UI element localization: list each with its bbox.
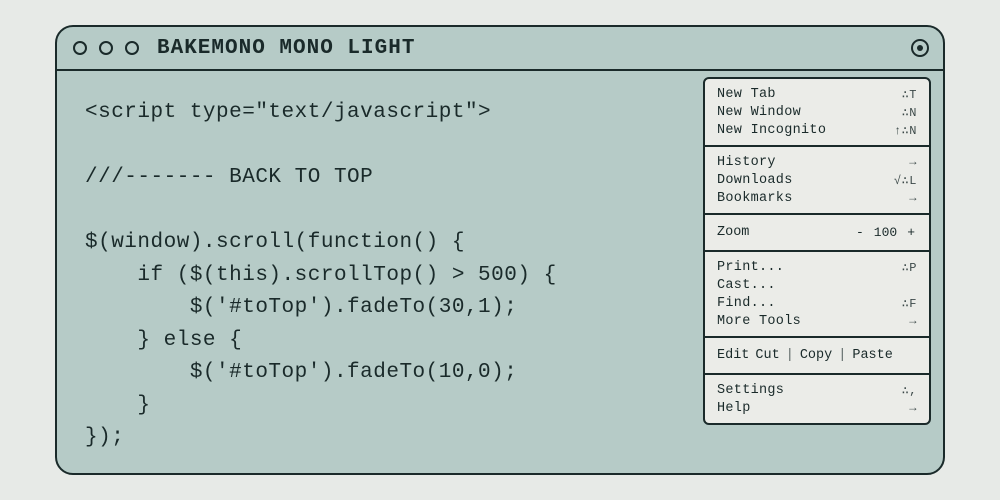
edit-cut[interactable]: Cut [755, 348, 779, 363]
menu-more-tools[interactable]: More Tools → [705, 312, 929, 330]
menu-label: Print... [717, 260, 784, 275]
menu-label: New Window [717, 105, 801, 120]
menu-section-new: New Tab ∴T New Window ∴N New Incognito ↑… [705, 79, 929, 147]
edit-copy[interactable]: Copy [800, 348, 832, 363]
menu-history[interactable]: History → [705, 153, 929, 171]
menu-new-tab[interactable]: New Tab ∴T [705, 85, 929, 103]
menu-shortcut: ∴P [902, 260, 917, 275]
menu-shortcut: ∴, [902, 383, 917, 398]
zoom-control: Zoom - 100 + [705, 221, 929, 244]
menu-shortcut: ∴F [902, 296, 917, 311]
menu-label: Downloads [717, 173, 793, 188]
code-line: <script type="text/javascript"> [85, 101, 491, 124]
separator: | [838, 348, 846, 363]
menu-label: Help [717, 401, 751, 416]
zoom-value: 100 [874, 225, 897, 240]
maximize-icon[interactable] [125, 41, 139, 55]
menu-downloads[interactable]: Downloads √∴L [705, 171, 929, 189]
zoom-label: Zoom [717, 225, 749, 240]
menu-new-window[interactable]: New Window ∴N [705, 103, 929, 121]
titlebar: BAKEMONO MONO LIGHT [57, 27, 943, 71]
menu-section-nav: History → Downloads √∴L Bookmarks → [705, 147, 929, 215]
menu-help[interactable]: Help → [705, 399, 929, 417]
code-line: }); [85, 426, 124, 449]
code-line: } else { [85, 329, 242, 352]
menu-section-settings: Settings ∴, Help → [705, 375, 929, 423]
menu-bookmarks[interactable]: Bookmarks → [705, 189, 929, 207]
zoom-out-button[interactable]: - [854, 225, 866, 240]
window-title: BAKEMONO MONO LIGHT [157, 37, 415, 60]
menu-shortcut: √∴L [894, 173, 917, 188]
code-line: ///------- BACK TO TOP [85, 166, 373, 189]
minimize-icon[interactable] [99, 41, 113, 55]
code-line: } [85, 394, 151, 417]
code-line: $('#toTop').fadeTo(30,1); [85, 296, 517, 319]
target-icon[interactable] [911, 39, 929, 57]
menu-section-edit: Edit Cut | Copy | Paste [705, 338, 929, 375]
menu-cast[interactable]: Cast... [705, 276, 929, 294]
menu-label: New Incognito [717, 123, 826, 138]
menu-label: Cast... [717, 278, 776, 293]
menu-shortcut: ∴N [902, 105, 917, 120]
menu-shortcut: ∴T [902, 87, 917, 102]
menu-label: Bookmarks [717, 191, 793, 206]
menu-print[interactable]: Print... ∴P [705, 258, 929, 276]
arrow-right-icon: → [909, 155, 917, 169]
arrow-right-icon: → [909, 314, 917, 328]
context-menu: New Tab ∴T New Window ∴N New Incognito ↑… [703, 77, 931, 425]
edit-label: Edit [717, 348, 749, 363]
code-line: $('#toTop').fadeTo(10,0); [85, 361, 517, 384]
menu-find[interactable]: Find... ∴F [705, 294, 929, 312]
edit-paste[interactable]: Paste [852, 348, 893, 363]
code-line: if ($(this).scrollTop() > 500) { [85, 264, 557, 287]
menu-label: Settings [717, 383, 784, 398]
arrow-right-icon: → [909, 401, 917, 415]
menu-label: Find... [717, 296, 776, 311]
close-icon[interactable] [73, 41, 87, 55]
code-line: $(window).scroll(function() { [85, 231, 465, 254]
menu-label: More Tools [717, 314, 801, 329]
app-window: BAKEMONO MONO LIGHT <script type="text/j… [55, 25, 945, 475]
menu-label: History [717, 155, 776, 170]
menu-section-tools: Print... ∴P Cast... Find... ∴F More Tool… [705, 252, 929, 338]
arrow-right-icon: → [909, 191, 917, 205]
traffic-lights [73, 41, 139, 55]
menu-label: New Tab [717, 87, 776, 102]
separator: | [786, 348, 794, 363]
menu-shortcut: ↑∴N [894, 123, 917, 138]
zoom-in-button[interactable]: + [905, 225, 917, 240]
menu-section-zoom: Zoom - 100 + [705, 215, 929, 252]
menu-settings[interactable]: Settings ∴, [705, 381, 929, 399]
menu-new-incognito[interactable]: New Incognito ↑∴N [705, 121, 929, 139]
